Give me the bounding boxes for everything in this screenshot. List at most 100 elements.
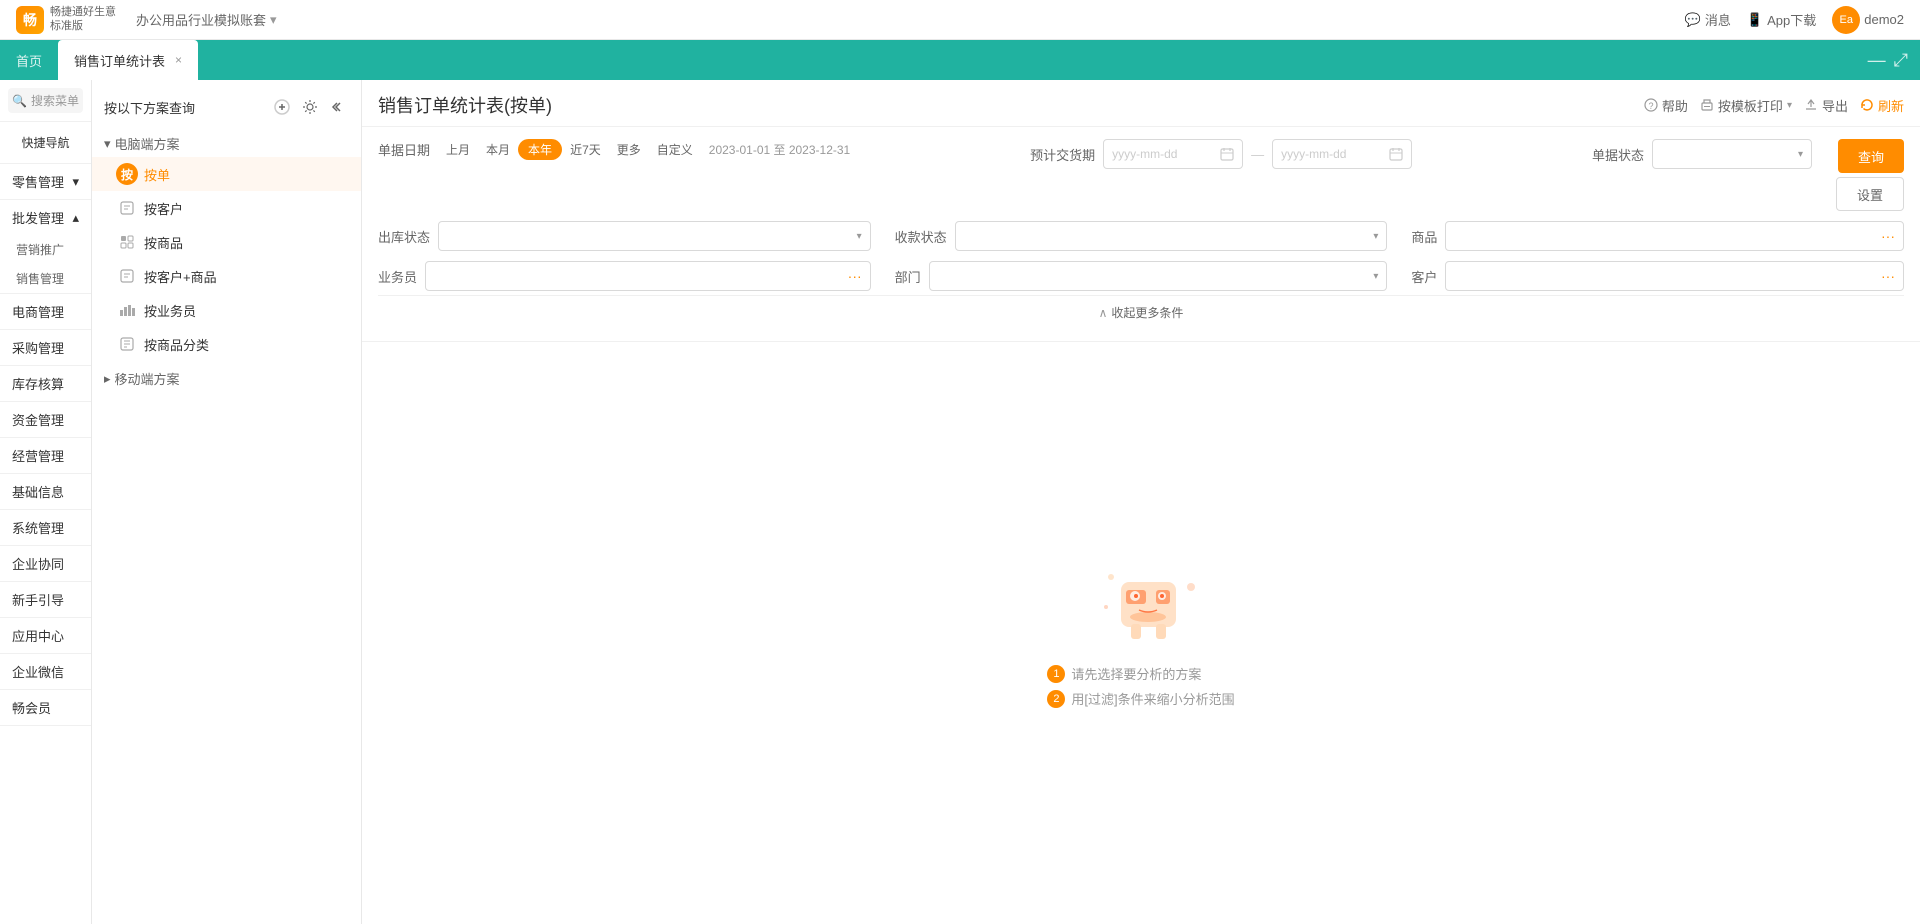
sidebar-inventory-title[interactable]: 库存核算 — [0, 366, 91, 401]
desktop-schemes-title[interactable]: ▾ 电脑端方案 — [92, 130, 361, 157]
date-tab-custom[interactable]: 自定义 — [649, 139, 701, 160]
tab-home[interactable]: 首页 — [0, 40, 58, 80]
app-download-btn[interactable]: 📱 App下载 — [1747, 10, 1816, 29]
tab-minimize-icon[interactable]: — — [1868, 50, 1886, 71]
scheme-by-category[interactable]: 按商品分类 — [92, 327, 361, 361]
sidebar-group-ops: 经营管理 — [0, 438, 91, 474]
sidebar-group-member: 畅会员 — [0, 690, 91, 726]
tab-sales-stat[interactable]: 销售订单统计表 × — [58, 40, 198, 80]
collapse-panel-btn[interactable] — [327, 96, 349, 118]
date-tab-7days[interactable]: 近7天 — [562, 139, 609, 160]
user-area[interactable]: Ea demo2 — [1832, 6, 1904, 34]
template-print-label: 按模板打印 — [1718, 96, 1783, 115]
username-label: demo2 — [1864, 12, 1904, 27]
logo-text: 畅捷通好生意标准版 — [50, 6, 116, 32]
help-btn[interactable]: ? 帮助 — [1644, 96, 1688, 115]
sidebar-basic-title[interactable]: 基础信息 — [0, 474, 91, 509]
mobile-schemes-title[interactable]: ▸ 移动端方案 — [92, 365, 361, 392]
collab-label: 企业协同 — [12, 554, 64, 573]
sidebar-finance-title[interactable]: 资金管理 — [0, 402, 91, 437]
sidebar-group-basic: 基础信息 — [0, 474, 91, 510]
search-menu-button[interactable]: 🔍 搜索菜单 — [8, 88, 83, 113]
sidebar-search: 🔍 搜索菜单 — [0, 80, 91, 122]
sidebar-ops-title[interactable]: 经营管理 — [0, 438, 91, 473]
customer-select[interactable]: ··· — [1445, 261, 1904, 291]
app-center-label: 应用中心 — [12, 626, 64, 645]
stock-status-arrow: ▾ — [857, 231, 862, 242]
export-btn[interactable]: 导出 — [1804, 96, 1848, 115]
breadcrumb-text: 办公用品行业模拟账套 — [136, 10, 266, 29]
collapse-label: 收起更多条件 — [1111, 304, 1183, 321]
date-tab-last-month[interactable]: 上月 — [438, 139, 478, 160]
sidebar-group-collab: 企业协同 — [0, 546, 91, 582]
product-ellipsis[interactable]: ··· — [1881, 228, 1895, 244]
salesperson-select[interactable]: ··· — [425, 261, 871, 291]
salesperson-label: 业务员 — [378, 267, 417, 286]
scheme-by-order[interactable]: 按 按单 — [92, 157, 361, 191]
sidebar-ecommerce-title[interactable]: 电商管理 — [0, 294, 91, 329]
collapse-bar[interactable]: ∧ 收起更多条件 — [378, 295, 1904, 329]
svg-text:?: ? — [1648, 101, 1653, 111]
sidebar-app-center-title[interactable]: 应用中心 — [0, 618, 91, 653]
tip-num-1: 1 — [1047, 665, 1065, 683]
message-btn[interactable]: 💬 消息 — [1685, 10, 1731, 29]
refresh-label: 刷新 — [1878, 96, 1904, 115]
sidebar-group-ecommerce: 电商管理 — [0, 294, 91, 330]
marketing-label: 营销推广 — [16, 243, 64, 257]
sidebar-collab-title[interactable]: 企业协同 — [0, 546, 91, 581]
sidebar-item-quick-nav[interactable]: 快捷导航 — [0, 126, 91, 159]
stock-status-select[interactable]: ▾ — [438, 221, 871, 251]
date-tab-this-year[interactable]: 本年 — [518, 139, 562, 160]
sidebar-newbie-title[interactable]: 新手引导 — [0, 582, 91, 617]
product-select[interactable]: ··· — [1445, 221, 1904, 251]
scheme-by-product[interactable]: 按商品 — [92, 225, 361, 259]
tip-text-1: 请先选择要分析的方案 — [1071, 664, 1201, 683]
scheme-settings-btn[interactable] — [299, 96, 321, 118]
sidebar-enterprise-wechat-title[interactable]: 企业微信 — [0, 654, 91, 689]
sidebar-retail-title[interactable]: 零售管理 ▾ — [0, 164, 91, 199]
tab-bar: 首页 销售订单统计表 × — ⤢ — [0, 40, 1920, 80]
retail-arrow-icon: ▾ — [72, 174, 79, 190]
add-scheme-btn[interactable] — [271, 96, 293, 118]
department-arrow: ▾ — [1373, 271, 1378, 282]
scheme-by-customer-product[interactable]: 按客户+商品 — [92, 259, 361, 293]
sidebar-system-title[interactable]: 系统管理 — [0, 510, 91, 545]
receipt-status-arrow: ▾ — [1373, 231, 1378, 242]
tab-close-icon[interactable]: × — [175, 53, 182, 67]
message-label: 消息 — [1705, 10, 1731, 29]
date-tab-more[interactable]: 更多 — [609, 139, 649, 160]
query-button[interactable]: 查询 — [1838, 139, 1904, 173]
right-content: 销售订单统计表(按单) ? 帮助 按模板打印 ▾ — [362, 80, 1920, 924]
refresh-btn[interactable]: 刷新 — [1860, 96, 1904, 115]
department-select[interactable]: ▾ — [929, 261, 1388, 291]
page-header-actions: ? 帮助 按模板打印 ▾ 导出 — [1644, 96, 1904, 115]
salesperson-ellipsis[interactable]: ··· — [848, 268, 862, 284]
order-status-select[interactable]: ▾ — [1652, 139, 1812, 169]
sidebar-group-newbie: 新手引导 — [0, 582, 91, 618]
department-label: 部门 — [895, 267, 921, 286]
sidebar-item-sales-mgmt[interactable]: 销售管理 — [0, 264, 91, 293]
tab-maximize-icon[interactable]: ⤢ — [1894, 50, 1908, 71]
sidebar-wholesale-title[interactable]: 批发管理 ▴ — [0, 200, 91, 235]
sidebar-group-retail: 零售管理 ▾ — [0, 164, 91, 200]
message-icon: 💬 — [1685, 12, 1701, 28]
template-print-btn[interactable]: 按模板打印 ▾ — [1700, 96, 1792, 115]
sidebar-item-marketing[interactable]: 营销推广 — [0, 235, 91, 264]
customer-ellipsis[interactable]: ··· — [1881, 268, 1895, 284]
settings-button[interactable]: 设置 — [1836, 177, 1904, 211]
breadcrumb-area[interactable]: 办公用品行业模拟账套 ▾ — [136, 10, 277, 29]
template-print-dropdown[interactable]: ▾ — [1787, 100, 1792, 111]
sidebar-member-title[interactable]: 畅会员 — [0, 690, 91, 725]
scheme-by-customer[interactable]: 按客户 — [92, 191, 361, 225]
scheme-by-salesperson[interactable]: 按业务员 — [92, 293, 361, 327]
date-tab-this-month[interactable]: 本月 — [478, 139, 518, 160]
quick-nav: 快捷导航 — [0, 122, 91, 164]
purchase-label: 采购管理 — [12, 338, 64, 357]
breadcrumb-dropdown-icon[interactable]: ▾ — [270, 12, 277, 28]
expected-delivery-start[interactable]: yyyy-mm-dd — [1103, 139, 1243, 169]
scheme-by-category-label: 按商品分类 — [144, 335, 209, 354]
mobile-schemes-arrow: ▸ — [104, 371, 111, 387]
expected-delivery-end[interactable]: yyyy-mm-dd — [1272, 139, 1412, 169]
sidebar-purchase-title[interactable]: 采购管理 — [0, 330, 91, 365]
receipt-status-select[interactable]: ▾ — [955, 221, 1388, 251]
